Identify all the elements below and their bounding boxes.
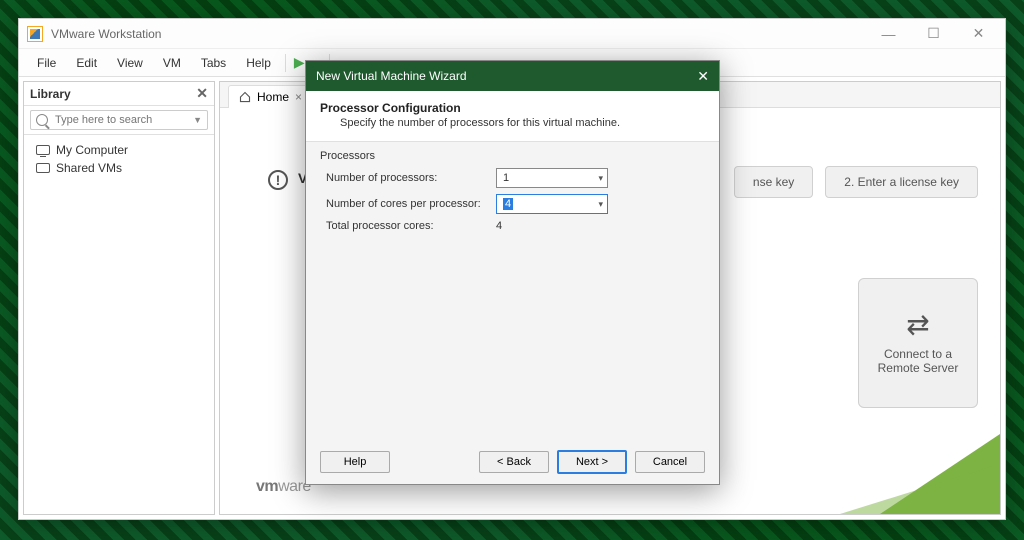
menu-file[interactable]: File — [27, 53, 66, 73]
wizard-close-icon[interactable]: ✕ — [697, 68, 709, 85]
wizard-body: Processors Number of processors: 1 ▾ Num… — [306, 142, 719, 440]
wizard-header-desc: Specify the number of processors for thi… — [340, 117, 705, 129]
total-cores-value: 4 — [496, 220, 608, 232]
num-processors-label: Number of processors: — [320, 172, 496, 184]
search-icon — [36, 114, 48, 126]
tree-label: My Computer — [56, 143, 128, 157]
library-header: Library ✕ — [24, 82, 214, 106]
vmware-logo: vmware — [256, 478, 311, 496]
remote-server-card[interactable]: ⇄ Connect to a Remote Server — [858, 278, 978, 408]
row-cores-per-processor: Number of cores per processor: 4 ▾ — [320, 194, 705, 214]
menu-tabs[interactable]: Tabs — [191, 53, 236, 73]
window-controls: — ☐ ✕ — [866, 19, 1001, 49]
menu-view[interactable]: View — [107, 53, 153, 73]
cores-per-processor-label: Number of cores per processor: — [320, 198, 496, 210]
row-total-cores: Total processor cores: 4 — [320, 220, 705, 232]
tree-item-my-computer[interactable]: My Computer — [32, 141, 206, 159]
enter-license-button[interactable]: 2. Enter a license key — [825, 166, 978, 198]
cores-per-processor-value: 4 — [503, 198, 513, 210]
tab-close-icon[interactable]: × — [295, 90, 302, 104]
maximize-button[interactable]: ☐ — [911, 19, 956, 49]
wizard-header-title: Processor Configuration — [320, 101, 705, 115]
cancel-button[interactable]: Cancel — [635, 451, 705, 473]
menu-separator — [285, 54, 286, 72]
library-close-icon[interactable]: ✕ — [196, 85, 208, 102]
back-button[interactable]: < Back — [479, 451, 549, 473]
search-input[interactable] — [30, 110, 208, 130]
total-cores-label: Total processor cores: — [320, 220, 496, 232]
help-button[interactable]: Help — [320, 451, 390, 473]
search-dropdown-icon[interactable]: ▼ — [193, 115, 202, 125]
wizard-titlebar: New Virtual Machine Wizard ✕ — [306, 61, 719, 91]
library-search: ▼ — [24, 106, 214, 135]
monitor-icon — [36, 145, 50, 155]
num-processors-combo[interactable]: 1 ▾ — [496, 168, 608, 188]
new-vm-wizard: New Virtual Machine Wizard ✕ Processor C… — [305, 60, 720, 485]
menu-vm[interactable]: VM — [153, 53, 191, 73]
app-title: VMware Workstation — [51, 27, 866, 41]
license-buttons: nse key 2. Enter a license key — [734, 166, 978, 198]
wizard-header: Processor Configuration Specify the numb… — [306, 91, 719, 142]
chevron-down-icon: ▾ — [598, 199, 603, 210]
app-icon — [27, 26, 43, 42]
menu-edit[interactable]: Edit — [66, 53, 107, 73]
shared-icon — [36, 163, 50, 173]
tree-label: Shared VMs — [56, 161, 122, 175]
library-panel: Library ✕ ▼ My Computer Shared VMs — [23, 81, 215, 515]
wizard-buttons: Help < Back Next > Cancel — [306, 440, 719, 484]
num-processors-value: 1 — [503, 172, 509, 184]
row-num-processors: Number of processors: 1 ▾ — [320, 168, 705, 188]
processors-group-label: Processors — [320, 150, 705, 162]
cores-per-processor-combo[interactable]: 4 ▾ — [496, 194, 608, 214]
library-tree: My Computer Shared VMs — [24, 135, 214, 514]
home-icon — [239, 91, 251, 103]
library-title: Library — [30, 87, 71, 101]
tab-home[interactable]: Home × — [228, 85, 313, 108]
next-button[interactable]: Next > — [557, 450, 627, 474]
close-button[interactable]: ✕ — [956, 19, 1001, 49]
arrows-icon: ⇄ — [906, 311, 929, 339]
wizard-title-text: New Virtual Machine Wizard — [316, 69, 467, 83]
minimize-button[interactable]: — — [866, 19, 911, 49]
tab-label: Home — [257, 90, 289, 104]
titlebar: VMware Workstation — ☐ ✕ — [19, 19, 1005, 49]
license-button-partial[interactable]: nse key — [734, 166, 813, 198]
tree-item-shared-vms[interactable]: Shared VMs — [32, 159, 206, 177]
info-icon: ! — [268, 170, 288, 190]
corner-decoration — [880, 434, 1000, 514]
chevron-down-icon: ▾ — [598, 173, 603, 184]
menu-help[interactable]: Help — [236, 53, 281, 73]
card-label: Connect to a Remote Server — [867, 347, 969, 375]
